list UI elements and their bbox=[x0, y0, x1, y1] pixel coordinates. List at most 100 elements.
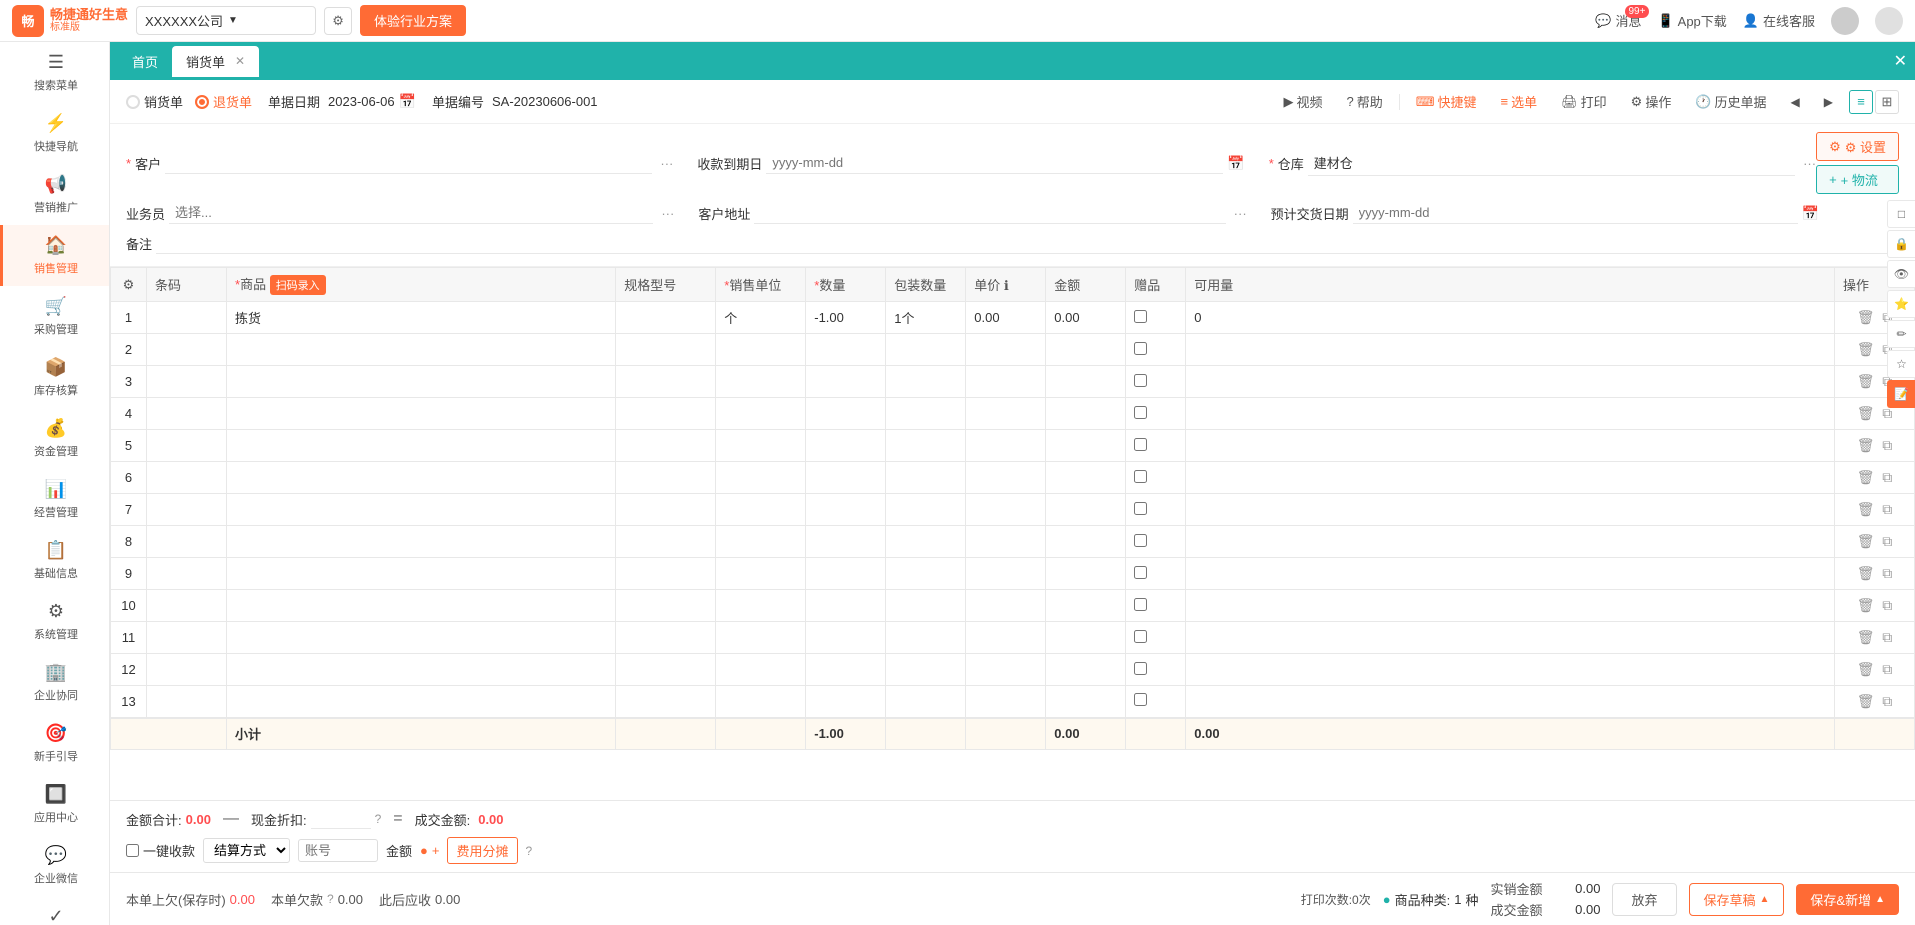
logistics-btn[interactable]: + + 物流 bbox=[1816, 165, 1899, 194]
due-date-calendar-icon[interactable]: 📅 bbox=[1227, 155, 1244, 172]
row-price[interactable] bbox=[966, 398, 1046, 430]
row-package-qty[interactable] bbox=[886, 430, 966, 462]
row-price[interactable] bbox=[966, 526, 1046, 558]
col-settings[interactable]: ⚙ bbox=[111, 268, 147, 302]
row-barcode[interactable] bbox=[147, 686, 227, 718]
row-quantity[interactable] bbox=[806, 398, 886, 430]
owed-help-icon[interactable]: ? bbox=[327, 892, 334, 906]
row-unit[interactable] bbox=[716, 334, 806, 366]
next-btn[interactable]: ▶ bbox=[1816, 91, 1841, 113]
delete-icon[interactable]: 🗑 bbox=[1857, 565, 1875, 581]
row-unit[interactable] bbox=[716, 622, 806, 654]
row-gift[interactable] bbox=[1126, 430, 1186, 462]
row-gift[interactable] bbox=[1126, 398, 1186, 430]
row-spec[interactable] bbox=[616, 654, 716, 686]
rt-btn-2[interactable]: 🔒 bbox=[1887, 230, 1915, 258]
delete-icon[interactable]: 🗑 bbox=[1857, 661, 1875, 677]
row-amount[interactable] bbox=[1046, 430, 1126, 462]
copy-icon[interactable]: ⧉ bbox=[1882, 597, 1892, 613]
row-product[interactable] bbox=[227, 686, 616, 718]
gift-checkbox[interactable] bbox=[1134, 470, 1147, 483]
row-spec[interactable] bbox=[616, 302, 716, 334]
copy-icon[interactable]: ⧉ bbox=[1882, 501, 1892, 517]
row-unit[interactable] bbox=[716, 526, 806, 558]
row-barcode[interactable] bbox=[147, 526, 227, 558]
row-price[interactable] bbox=[966, 494, 1046, 526]
row-unit[interactable] bbox=[716, 494, 806, 526]
sidebar-item-finance[interactable]: 💰 资金管理 bbox=[0, 408, 109, 469]
settings-gear-btn[interactable]: ⚙ bbox=[324, 7, 352, 35]
row-product[interactable] bbox=[227, 366, 616, 398]
row-barcode[interactable] bbox=[147, 654, 227, 686]
delete-icon[interactable]: 🗑 bbox=[1857, 341, 1875, 357]
row-price[interactable] bbox=[966, 622, 1046, 654]
one-click-pay-check[interactable] bbox=[126, 844, 139, 857]
row-price[interactable]: 0.00 bbox=[966, 302, 1046, 334]
prev-btn[interactable]: ◀ bbox=[1783, 91, 1808, 113]
delete-icon[interactable]: 🗑 bbox=[1857, 693, 1875, 709]
sidebar-item-basic[interactable]: 📋 基础信息 bbox=[0, 530, 109, 591]
message-nav-item[interactable]: 💬 消息 99+ bbox=[1595, 11, 1641, 30]
tab-sales-order[interactable]: 销货单 ✕ bbox=[172, 46, 259, 77]
draft-btn[interactable]: 保存草稿 ▲ bbox=[1689, 883, 1785, 916]
row-price[interactable] bbox=[966, 334, 1046, 366]
salesperson-more-icon[interactable]: ··· bbox=[661, 206, 674, 221]
print-btn[interactable]: 🖨 打印 bbox=[1553, 88, 1615, 115]
rt-btn-6[interactable]: ☆ bbox=[1887, 350, 1915, 378]
row-package-qty[interactable] bbox=[886, 558, 966, 590]
rt-btn-1[interactable]: □ bbox=[1887, 200, 1915, 228]
row-amount[interactable] bbox=[1046, 558, 1126, 590]
row-quantity[interactable] bbox=[806, 622, 886, 654]
row-spec[interactable] bbox=[616, 558, 716, 590]
row-product[interactable] bbox=[227, 494, 616, 526]
list-view-btn[interactable]: ≡ bbox=[1849, 90, 1873, 114]
row-spec[interactable] bbox=[616, 526, 716, 558]
row-package-qty[interactable] bbox=[886, 526, 966, 558]
row-gift[interactable] bbox=[1126, 366, 1186, 398]
copy-icon[interactable]: ⧉ bbox=[1882, 437, 1892, 453]
discount-input[interactable] bbox=[311, 809, 371, 829]
row-barcode[interactable] bbox=[147, 558, 227, 590]
row-spec[interactable] bbox=[616, 366, 716, 398]
sidebar-item-inventory[interactable]: 📦 库存核算 bbox=[0, 347, 109, 408]
row-spec[interactable] bbox=[616, 590, 716, 622]
row-quantity[interactable] bbox=[806, 526, 886, 558]
row-product[interactable] bbox=[227, 590, 616, 622]
sidebar-item-sales[interactable]: 🏠 销售管理 bbox=[0, 225, 109, 286]
row-package-qty[interactable] bbox=[886, 622, 966, 654]
copy-icon[interactable]: ⧉ bbox=[1882, 565, 1892, 581]
online-support-nav-item[interactable]: 👤 在线客服 bbox=[1743, 11, 1815, 30]
sidebar-item-guide[interactable]: 🎯 新手引导 bbox=[0, 713, 109, 774]
gift-checkbox[interactable] bbox=[1134, 630, 1147, 643]
delete-icon[interactable]: 🗑 bbox=[1857, 405, 1875, 421]
row-barcode[interactable] bbox=[147, 590, 227, 622]
add-label[interactable]: + bbox=[432, 843, 440, 858]
gift-checkbox[interactable] bbox=[1134, 566, 1147, 579]
row-package-qty[interactable]: 1个 bbox=[886, 302, 966, 334]
row-gift[interactable] bbox=[1126, 590, 1186, 622]
row-quantity[interactable] bbox=[806, 686, 886, 718]
notes-input[interactable] bbox=[156, 232, 1899, 254]
row-product[interactable] bbox=[227, 526, 616, 558]
select-btn[interactable]: ≡ 选单 bbox=[1493, 88, 1546, 115]
sidebar-item-wechat[interactable]: 💬 企业微信 bbox=[0, 835, 109, 896]
row-quantity[interactable] bbox=[806, 590, 886, 622]
warehouse-more-icon[interactable]: ··· bbox=[1803, 156, 1816, 171]
company-selector[interactable]: XXXXXX公司 ▼ bbox=[136, 6, 316, 35]
row-product[interactable] bbox=[227, 558, 616, 590]
row-barcode[interactable] bbox=[147, 302, 227, 334]
row-unit[interactable] bbox=[716, 686, 806, 718]
gift-checkbox[interactable] bbox=[1134, 438, 1147, 451]
copy-icon[interactable]: ⧉ bbox=[1882, 629, 1892, 645]
row-product[interactable] bbox=[227, 398, 616, 430]
gift-checkbox[interactable] bbox=[1134, 693, 1147, 706]
row-amount[interactable]: 0.00 bbox=[1046, 302, 1126, 334]
row-product[interactable] bbox=[227, 462, 616, 494]
row-gift[interactable] bbox=[1126, 654, 1186, 686]
customer-address-input[interactable] bbox=[754, 202, 1225, 224]
help-btn[interactable]: ? 帮助 bbox=[1338, 88, 1390, 115]
tab-home[interactable]: 首页 bbox=[118, 46, 172, 77]
row-package-qty[interactable] bbox=[886, 462, 966, 494]
gift-checkbox[interactable] bbox=[1134, 598, 1147, 611]
row-amount[interactable] bbox=[1046, 398, 1126, 430]
